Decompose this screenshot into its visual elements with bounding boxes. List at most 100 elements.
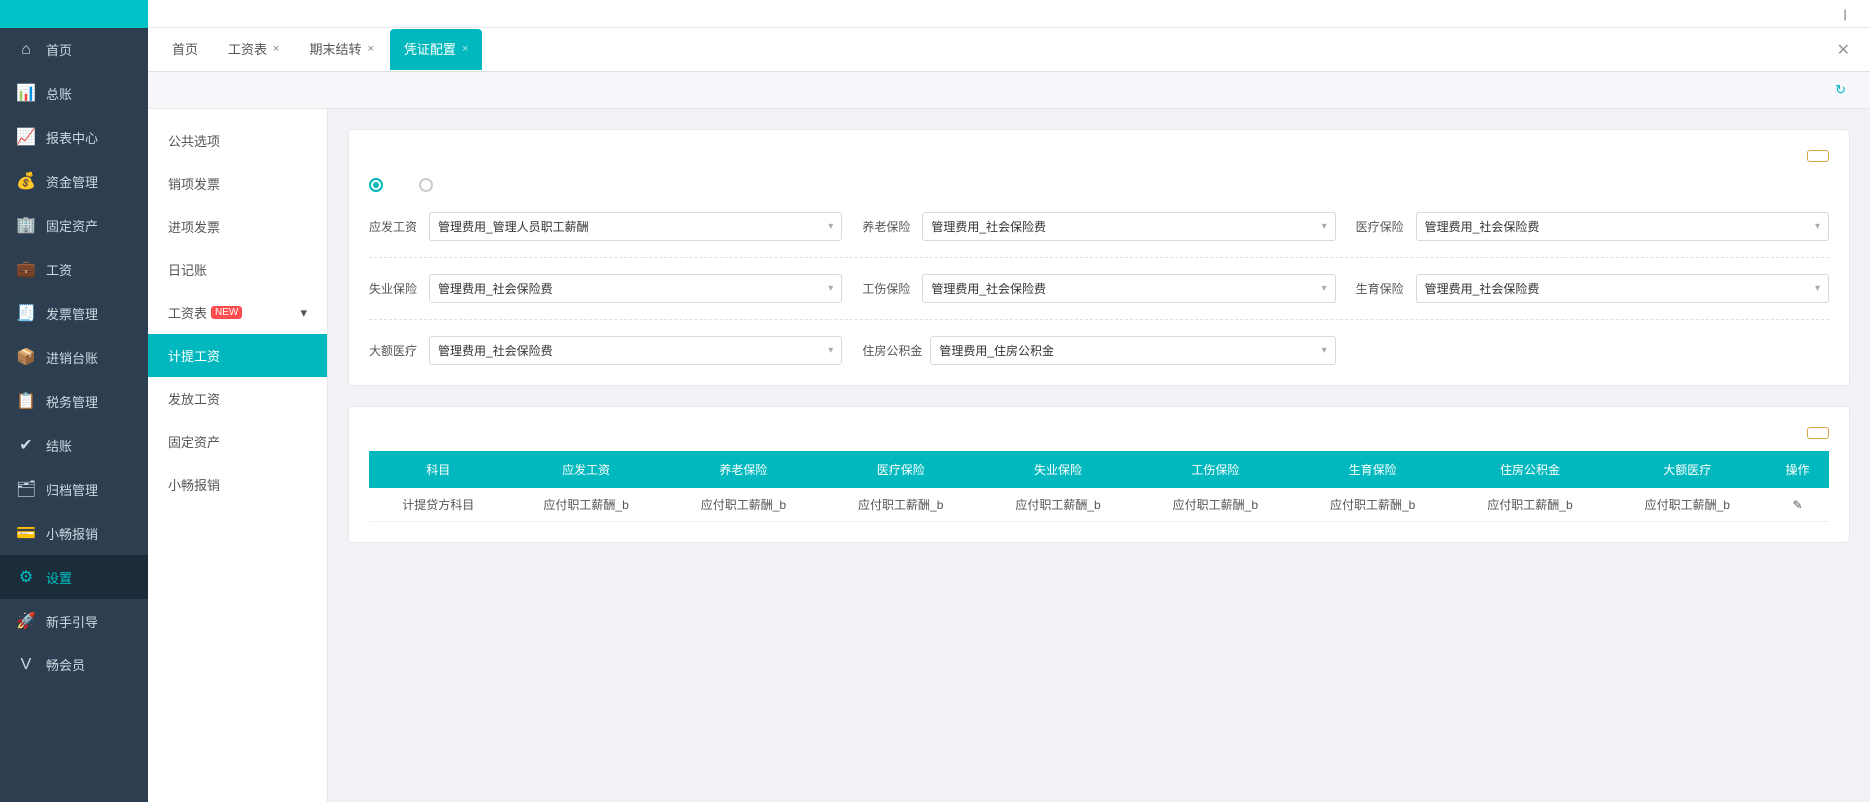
sidebar-item-guide[interactable]: 🚀新手引导 <box>0 599 148 643</box>
expand-icon: ▾ <box>300 305 307 321</box>
settings-icon: ⚙ <box>16 567 36 587</box>
sidebar-item-assets[interactable]: 🏢 固定资产 <box>0 203 148 247</box>
tab-home[interactable]: 首页 <box>158 29 212 70</box>
sidebar-item-label: 小畅报销 <box>46 524 98 543</box>
tab-label: 工资表 <box>228 39 267 58</box>
page-header: ↻ <box>148 72 1870 109</box>
tab-close-voucher-config[interactable]: × <box>462 43 468 55</box>
form-select-value: 管理费用_社会保险费 <box>1425 218 1540 235</box>
sidebar-item-label: 固定资产 <box>46 216 98 235</box>
left-nav-label: 计提工资 <box>168 346 220 365</box>
left-nav: 公共选项销项发票进项发票日记账工资表NEW▾ 计提工资发放工资固定资产小畅报销 <box>148 109 328 802</box>
tabs-bar: 首页工资表×期末结转×凭证配置× ✕ <box>148 28 1870 72</box>
sidebar-item-funds[interactable]: 💰资金管理 <box>0 159 148 203</box>
form-select-失业保险[interactable]: 管理费用_社会保险费 ▾ <box>429 274 842 303</box>
sidebar-item-invoices[interactable]: 🧾发票管理 <box>0 291 148 335</box>
left-nav-item-journal[interactable]: 日记账 <box>148 248 327 291</box>
credit-row-value-4[interactable]: 应付职工薪酬_b <box>1137 488 1294 522</box>
credit-row-value-7[interactable]: 应付职工薪酬_b <box>1609 488 1766 522</box>
credit-table-col-应发工资: 应发工资 <box>507 451 664 488</box>
sidebar: ⌂首页📊总账📈报表中心💰资金管理 🏢 固定资产 💼工资🧾发票管理📦进销台账📋税务管理✔… <box>0 0 148 802</box>
form-label: 工伤保险 <box>862 280 914 297</box>
refresh-button[interactable]: ↻ <box>1835 82 1850 98</box>
left-nav-item-purchase-invoice[interactable]: 进项发票 <box>148 205 327 248</box>
credit-row-value-6[interactable]: 应付职工薪酬_b <box>1451 488 1608 522</box>
form-select-应发工资[interactable]: 管理费用_管理人员职工薪酬 ▾ <box>429 212 842 241</box>
sidebar-item-reports[interactable]: 📈报表中心 <box>0 115 148 159</box>
sidebar-item-archive[interactable]: 🗂 归档管理 <box>0 467 148 511</box>
sidebar-item-salary[interactable]: 💼工资 <box>0 247 148 291</box>
tab-close-payroll[interactable]: × <box>273 43 279 55</box>
sidebar-item-settings[interactable]: ⚙设置 <box>0 555 148 599</box>
form-divider-1 <box>369 319 1829 320</box>
dropdown-arrow-icon: ▾ <box>828 345 833 356</box>
left-nav-label: 销项发票 <box>168 174 220 193</box>
left-nav-item-issue-salary[interactable]: 发放工资 <box>148 377 327 420</box>
vip-icon: V <box>16 656 36 674</box>
archive-icon: 🗂 <box>16 479 36 499</box>
credit-row-value-3[interactable]: 应付职工薪酬_b <box>979 488 1136 522</box>
form-select-value: 管理费用_社会保险费 <box>438 280 553 297</box>
debit-form-row-1: 失业保险 管理费用_社会保险费 ▾ 工伤保险 管理费用_社会保险费 ▾ 生育保险… <box>369 274 1829 303</box>
form-label: 养老保险 <box>862 218 914 235</box>
form-select-value: 管理费用_社会保险费 <box>1425 280 1540 297</box>
sidebar-item-ledger[interactable]: 📊总账 <box>0 71 148 115</box>
radio-basic[interactable] <box>369 178 389 192</box>
tab-period-close[interactable]: 期末结转× <box>295 29 387 70</box>
form-item-2-0: 大额医疗 管理费用_社会保险费 ▾ <box>369 336 842 365</box>
sidebar-item-xiaochang[interactable]: 💳 小畅报销 <box>0 511 148 555</box>
form-select-医疗保险[interactable]: 管理费用_社会保险费 ▾ <box>1416 212 1829 241</box>
form-select-住房公积金[interactable]: 管理费用_住房公积金 ▾ <box>930 336 1335 365</box>
assets-icon: 🏢 <box>16 215 36 235</box>
salary-icon: 💼 <box>16 259 36 279</box>
radio-dept-circle <box>419 178 433 192</box>
sidebar-item-label: 归档管理 <box>46 480 98 499</box>
left-nav-label: 工资表 <box>168 303 207 322</box>
tax-icon: 📋 <box>16 391 36 411</box>
debit-auto-match-button[interactable] <box>1807 150 1829 162</box>
tab-close-period-close[interactable]: × <box>367 43 373 55</box>
form-label: 失业保险 <box>369 280 421 297</box>
left-nav-item-calc-salary[interactable]: 计提工资 <box>148 334 327 377</box>
left-nav-item-sales-invoice[interactable]: 销项发票 <box>148 162 327 205</box>
form-select-大额医疗[interactable]: 管理费用_社会保险费 ▾ <box>429 336 842 365</box>
credit-table-col-住房公积金: 住房公积金 <box>1451 451 1608 488</box>
window-close-button[interactable]: ✕ <box>1827 40 1860 60</box>
credit-auto-match-button[interactable] <box>1807 427 1829 439</box>
left-nav-item-payroll-table[interactable]: 工资表NEW▾ <box>148 291 327 334</box>
form-select-养老保险[interactable]: 管理费用_社会保险费 ▾ <box>922 212 1335 241</box>
credit-row-value-0[interactable]: 应付职工薪酬_b <box>507 488 664 522</box>
form-label: 医疗保险 <box>1356 218 1408 235</box>
radio-basic-circle <box>369 178 383 192</box>
left-nav-item-fixed-assets[interactable]: 固定资产 <box>148 420 327 463</box>
form-item-0-2: 医疗保险 管理费用_社会保险费 ▾ <box>1356 212 1829 241</box>
credit-table-row-0: 计提贷方科目应付职工薪酬_b应付职工薪酬_b应付职工薪酬_b应付职工薪酬_b应付… <box>369 488 1829 522</box>
credit-row-action[interactable]: ✎ <box>1766 488 1829 522</box>
sidebar-item-closing[interactable]: ✔结账 <box>0 423 148 467</box>
tab-payroll[interactable]: 工资表 × <box>214 29 293 70</box>
credit-row-value-2[interactable]: 应付职工薪酬_b <box>822 488 979 522</box>
dropdown-arrow-icon: ▾ <box>828 221 833 232</box>
sidebar-item-label: 发票管理 <box>46 304 98 323</box>
sidebar-item-inventory[interactable]: 📦进销台账 <box>0 335 148 379</box>
form-select-value: 管理费用_社会保险费 <box>438 342 553 359</box>
credit-row-value-1[interactable]: 应付职工薪酬_b <box>665 488 822 522</box>
left-nav-item-public[interactable]: 公共选项 <box>148 119 327 162</box>
xiaochang-icon: 💳 <box>16 523 36 543</box>
form-label: 大额医疗 <box>369 342 421 359</box>
credit-row-value-5[interactable]: 应付职工薪酬_b <box>1294 488 1451 522</box>
form-item-0-0: 应发工资 管理费用_管理人员职工薪酬 ▾ <box>369 212 842 241</box>
form-select-value: 管理费用_管理人员职工薪酬 <box>438 218 589 235</box>
sidebar-item-home[interactable]: ⌂首页 <box>0 28 148 71</box>
brand-logo <box>0 0 148 28</box>
form-select-工伤保险[interactable]: 管理费用_社会保险费 ▾ <box>922 274 1335 303</box>
sidebar-item-vip[interactable]: V畅会员 <box>0 643 148 686</box>
sidebar-item-label: 结账 <box>46 436 72 455</box>
debit-section-header <box>369 150 1829 162</box>
tab-voucher-config[interactable]: 凭证配置× <box>390 29 482 70</box>
radio-dept[interactable] <box>419 178 439 192</box>
left-nav-item-xiaochang-expense[interactable]: 小畅报销 <box>148 463 327 506</box>
form-select-生育保险[interactable]: 管理费用_社会保险费 ▾ <box>1416 274 1829 303</box>
dropdown-arrow-icon: ▾ <box>1815 221 1820 232</box>
sidebar-item-tax[interactable]: 📋税务管理 <box>0 379 148 423</box>
